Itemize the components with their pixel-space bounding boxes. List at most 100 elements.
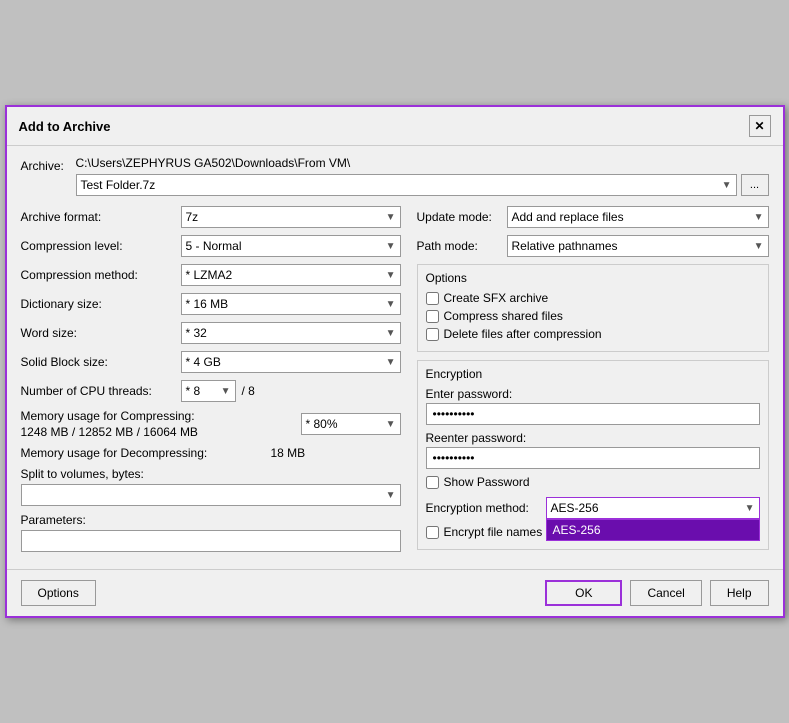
solid-block-arrow: ▼ [386,357,396,368]
archive-filename-combo[interactable]: Test Folder.7z ▼ [76,174,737,196]
update-mode-label: Update mode: [417,210,507,224]
cpu-threads-arrow: ▼ [221,386,231,397]
options-group: Options Create SFX archive Compress shar… [417,264,769,352]
enc-method-value: AES-256 [551,501,599,515]
encryption-group: Encryption Enter password: Reenter passw… [417,360,769,550]
close-button[interactable]: ✕ [749,115,771,137]
memory-compress-block: Memory usage for Compressing: 1248 MB / … [21,409,401,439]
reenter-password-label: Reenter password: [426,431,760,445]
delete-files-checkbox[interactable] [426,328,439,341]
archive-inputs: C:\Users\ZEPHYRUS GA502\Downloads\From V… [76,156,769,196]
enc-method-option-aes256[interactable]: AES-256 [547,520,759,540]
compression-level-value: 5 - Normal [186,239,386,253]
options-group-title: Options [426,271,760,285]
split-volumes-combo[interactable]: ▼ [21,484,401,506]
cpu-threads-combo[interactable]: * 8 ▼ [181,380,236,402]
word-size-arrow: ▼ [386,328,396,339]
solid-block-value: * 4 GB [186,355,386,369]
show-password-checkbox[interactable] [426,476,439,489]
dictionary-size-row: Dictionary size: * 16 MB ▼ [21,293,401,315]
dictionary-size-combo[interactable]: * 16 MB ▼ [181,293,401,315]
split-volumes-arrow: ▼ [386,490,396,501]
footer-left: Options [21,580,96,606]
memory-compress-arrow: ▼ [386,419,396,430]
encrypt-names-label: Encrypt file names [444,525,543,539]
memory-decomp-row: Memory usage for Decompressing: 18 MB [21,446,401,460]
compression-method-value: * LZMA2 [186,268,386,282]
path-mode-value: Relative pathnames [512,239,618,253]
memory-compress-combo[interactable]: * 80% ▼ [301,413,401,435]
enter-password-field: Enter password: [426,387,760,425]
cpu-threads-slash: / 8 [242,384,255,398]
create-sfx-checkbox[interactable] [426,292,439,305]
help-button[interactable]: Help [710,580,769,606]
update-mode-arrow: ▼ [754,212,764,223]
archive-filename-row: Test Folder.7z ▼ ... [76,174,769,196]
memory-compress-label: Memory usage for Compressing: [21,409,293,423]
enc-method-dropdown: AES-256 [546,519,760,541]
update-mode-value: Add and replace files [512,210,624,224]
path-mode-combo[interactable]: Relative pathnames ▼ [507,235,769,257]
cpu-threads-value: * 8 [186,384,201,398]
compression-level-label: Compression level: [21,239,181,253]
ok-button[interactable]: OK [545,580,622,606]
memory-compress-value: * 80% [306,417,338,431]
solid-block-combo[interactable]: * 4 GB ▼ [181,351,401,373]
dictionary-size-label: Dictionary size: [21,297,181,311]
compression-method-row: Compression method: * LZMA2 ▼ [21,264,401,286]
compression-method-arrow: ▼ [386,270,396,281]
archive-format-combo[interactable]: 7z ▼ [181,206,401,228]
parameters-label: Parameters: [21,513,401,527]
footer-right: OK Cancel Help [545,580,768,606]
memory-compress-row: Memory usage for Compressing: 1248 MB / … [21,409,401,439]
encryption-title: Encryption [426,367,760,381]
path-mode-label: Path mode: [417,239,507,253]
add-to-archive-dialog: Add to Archive ✕ Archive: C:\Users\ZEPHY… [5,105,785,618]
split-volumes-row: Split to volumes, bytes: ▼ [21,467,401,506]
enc-method-combo[interactable]: AES-256 ▼ [546,497,760,519]
show-password-row: Show Password [426,475,760,489]
encrypt-names-checkbox[interactable] [426,526,439,539]
update-mode-row: Update mode: Add and replace files ▼ [417,206,769,228]
archive-filename-arrow: ▼ [722,180,732,191]
left-column: Archive format: 7z ▼ Compression level: … [21,206,401,559]
delete-files-row: Delete files after compression [426,327,760,341]
compression-method-combo[interactable]: * LZMA2 ▼ [181,264,401,286]
memory-compress-section: Memory usage for Compressing: 1248 MB / … [21,409,293,439]
archive-format-row: Archive format: 7z ▼ [21,206,401,228]
enc-method-arrow: ▼ [745,503,755,514]
options-button[interactable]: Options [21,580,96,606]
compression-level-row: Compression level: 5 - Normal ▼ [21,235,401,257]
word-size-combo[interactable]: * 32 ▼ [181,322,401,344]
create-sfx-label: Create SFX archive [444,291,549,305]
cancel-button[interactable]: Cancel [630,580,701,606]
update-mode-combo[interactable]: Add and replace files ▼ [507,206,769,228]
compress-shared-checkbox[interactable] [426,310,439,323]
parameters-input[interactable] [21,530,401,552]
enter-password-input[interactable] [426,403,760,425]
reenter-password-field: Reenter password: [426,431,760,469]
browse-button[interactable]: ... [741,174,769,196]
reenter-password-input[interactable] [426,447,760,469]
path-mode-row: Path mode: Relative pathnames ▼ [417,235,769,257]
archive-format-value: 7z [186,210,386,224]
archive-label: Archive: [21,156,76,173]
word-size-label: Word size: [21,326,181,340]
archive-format-arrow: ▼ [386,212,396,223]
delete-files-label: Delete files after compression [444,327,602,341]
memory-compress-detail: 1248 MB / 12852 MB / 16064 MB [21,425,293,439]
enc-method-label: Encryption method: [426,501,546,515]
word-size-row: Word size: * 32 ▼ [21,322,401,344]
cpu-threads-row: Number of CPU threads: * 8 ▼ / 8 [21,380,401,402]
dialog-body: Archive: C:\Users\ZEPHYRUS GA502\Downloa… [7,146,783,569]
show-password-label: Show Password [444,475,530,489]
title-bar: Add to Archive ✕ [7,107,783,146]
dialog-footer: Options OK Cancel Help [7,569,783,616]
dictionary-size-arrow: ▼ [386,299,396,310]
compression-level-arrow: ▼ [386,241,396,252]
compression-level-combo[interactable]: 5 - Normal ▼ [181,235,401,257]
enc-method-combo-wrapper: AES-256 ▼ AES-256 [546,497,760,519]
parameters-row: Parameters: [21,513,401,552]
cpu-threads-label: Number of CPU threads: [21,384,181,398]
solid-block-label: Solid Block size: [21,355,181,369]
